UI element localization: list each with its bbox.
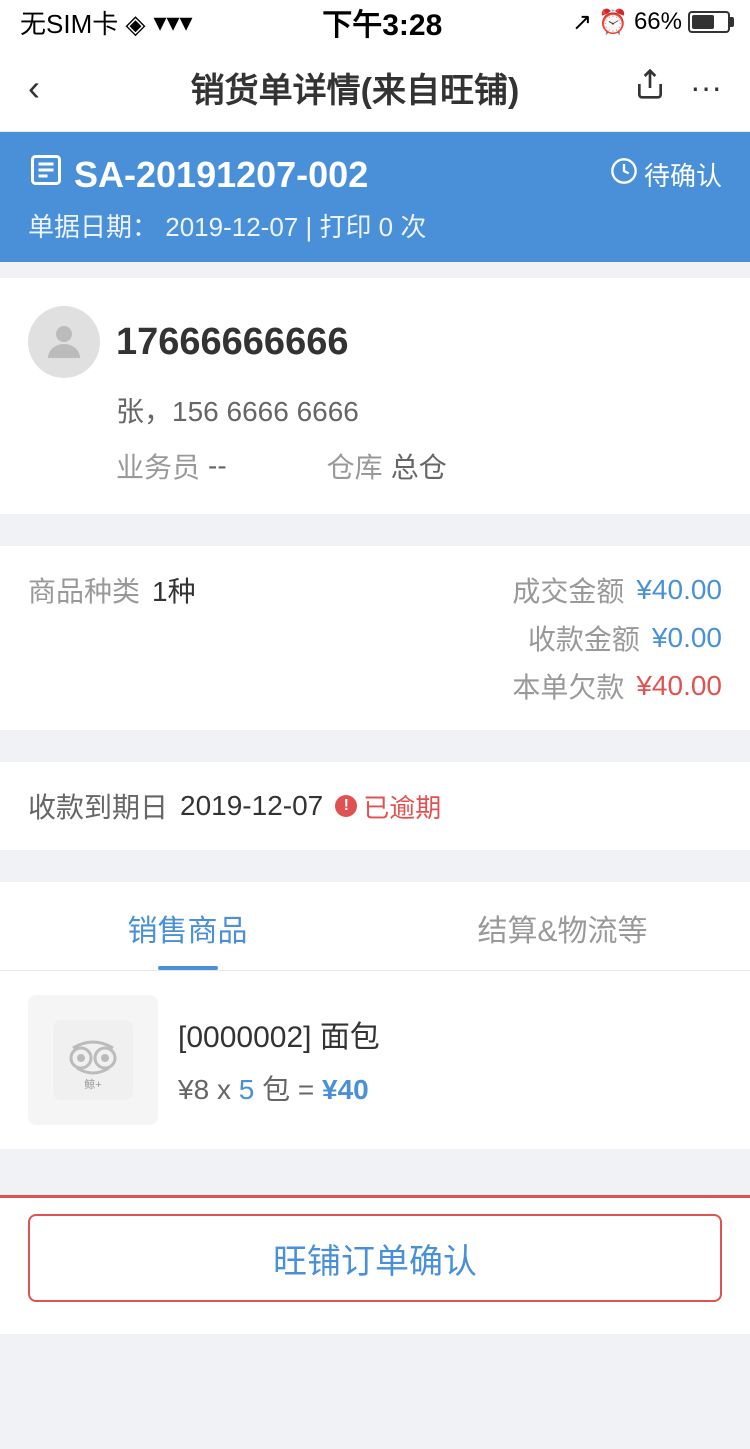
received-row: 收款金额 ¥0.00 xyxy=(528,618,722,658)
amount-label: 成交金额 xyxy=(512,570,624,610)
summary-section: 商品种类 1种 成交金额 ¥40.00 收款金额 ¥0.00 本单欠款 ¥40.… xyxy=(0,546,750,730)
order-date-line: 单据日期： 2019-12-07 | 打印 0 次 xyxy=(28,207,722,244)
tab-sales-products[interactable]: 销售商品 xyxy=(0,882,375,970)
order-banner: SA-20191207-002 待确认 单据日期： 2019-12-07 | 打… xyxy=(0,132,750,262)
unit-price: ¥8 xyxy=(178,1074,209,1105)
product-type-label: 商品种类 xyxy=(28,570,140,610)
product-code: [0000002] xyxy=(178,1021,311,1054)
product-thumbnail: 鲸+ xyxy=(28,995,158,1125)
warehouse-label: 仓库 xyxy=(327,446,383,486)
overdue-text: 已逾期 xyxy=(363,788,441,825)
tabs-section: 销售商品 结算&物流等 鲸+ [0000002] 面包 xyxy=(0,882,750,1149)
customer-phone: 17666666666 xyxy=(116,321,348,364)
location-icon: ↗ xyxy=(572,8,592,37)
battery-fill xyxy=(692,15,714,29)
due-label: 收款到期日 xyxy=(28,786,168,826)
unit-text: 包 xyxy=(262,1074,290,1105)
page-title: 销货单详情(来自旺铺) xyxy=(88,63,622,112)
nav-actions: ··· xyxy=(622,68,722,108)
amount-row: 成交金额 ¥40.00 xyxy=(512,570,722,610)
tab-settlement-logistics[interactable]: 结算&物流等 xyxy=(375,882,750,970)
product-name-text: 面包 xyxy=(320,1021,380,1054)
order-status: 待确认 xyxy=(610,156,722,193)
overdue-badge: ! 已逾期 xyxy=(335,788,441,825)
customer-section: 17666666666 张，156 6666 6666 业务员 -- 仓库 总仓 xyxy=(0,278,750,514)
status-bar-right: ↗ ⏰ 66% xyxy=(572,8,730,37)
time-display: 下午3:28 xyxy=(322,0,442,44)
status-bar-left: 无SIM卡 ◈ ▾▾▾ xyxy=(20,4,193,41)
order-id-text: SA-20191207-002 xyxy=(74,154,368,196)
product-item: 鲸+ [0000002] 面包 ¥8 x 5 包 = ¥40 xyxy=(0,971,750,1149)
product-info: [0000002] 面包 ¥8 x 5 包 = ¥40 xyxy=(178,1012,722,1108)
status-bar: 无SIM卡 ◈ ▾▾▾ 下午3:28 ↗ ⏰ 66% xyxy=(0,0,750,44)
battery-icon xyxy=(688,11,730,33)
sim-indicator: 无SIM卡 ◈ xyxy=(20,4,145,41)
debt-value: ¥40.00 xyxy=(636,670,722,702)
product-price-line: ¥8 x 5 包 = ¥40 xyxy=(178,1068,722,1108)
debt-label: 本单欠款 xyxy=(512,666,624,706)
multiply-sign: x xyxy=(217,1074,239,1105)
received-value: ¥0.00 xyxy=(652,622,722,654)
due-date-value: 2019-12-07 xyxy=(180,790,323,822)
more-icon[interactable]: ··· xyxy=(690,69,722,106)
customer-top: 17666666666 xyxy=(28,306,722,378)
customer-name: 张，156 6666 6666 xyxy=(28,390,722,430)
order-id: SA-20191207-002 xyxy=(28,152,368,197)
confirm-order-button[interactable]: 旺铺订单确认 xyxy=(28,1214,722,1302)
tabs-header: 销售商品 结算&物流等 xyxy=(0,882,750,971)
avatar xyxy=(28,306,100,378)
nav-bar: ‹ 销货单详情(来自旺铺) ··· xyxy=(0,44,750,132)
divider-3 xyxy=(0,746,750,762)
staff-value: -- xyxy=(208,450,227,482)
product-type-row: 商品种类 1种 xyxy=(28,570,196,610)
svg-text:鲸+: 鲸+ xyxy=(84,1077,101,1091)
share-icon[interactable] xyxy=(634,68,666,108)
order-icon xyxy=(28,152,64,197)
alarm-icon: ⏰ xyxy=(598,8,628,37)
bottom-bar: 旺铺订单确认 xyxy=(0,1195,750,1334)
wifi-icon: ▾▾▾ xyxy=(153,7,192,38)
battery-text: 66% xyxy=(634,8,682,36)
status-text: 待确认 xyxy=(644,156,722,193)
product-qty: 5 xyxy=(239,1074,255,1105)
staff-info: 业务员 -- xyxy=(116,446,227,486)
divider-1 xyxy=(0,262,750,278)
equals-sign: = xyxy=(298,1074,322,1105)
summary-left: 商品种类 1种 xyxy=(28,570,375,610)
divider-4 xyxy=(0,866,750,882)
product-name: [0000002] 面包 xyxy=(178,1012,722,1056)
staff-label: 业务员 xyxy=(116,446,200,486)
due-section: 收款到期日 2019-12-07 ! 已逾期 xyxy=(0,762,750,850)
divider-2 xyxy=(0,530,750,546)
warehouse-info: 仓库 总仓 xyxy=(327,446,447,486)
status-icon xyxy=(610,157,638,192)
summary-right: 成交金额 ¥40.00 收款金额 ¥0.00 本单欠款 ¥40.00 xyxy=(375,570,722,706)
back-button[interactable]: ‹ xyxy=(28,67,88,109)
overdue-icon: ! xyxy=(335,795,357,817)
product-type-value: 1种 xyxy=(152,570,196,610)
customer-meta: 业务员 -- 仓库 总仓 xyxy=(28,446,722,486)
received-label: 收款金额 xyxy=(528,618,640,658)
warehouse-value: 总仓 xyxy=(391,446,447,486)
order-banner-top: SA-20191207-002 待确认 xyxy=(28,152,722,197)
debt-row: 本单欠款 ¥40.00 xyxy=(512,666,722,706)
product-total: ¥40 xyxy=(322,1074,369,1105)
amount-value: ¥40.00 xyxy=(636,574,722,606)
